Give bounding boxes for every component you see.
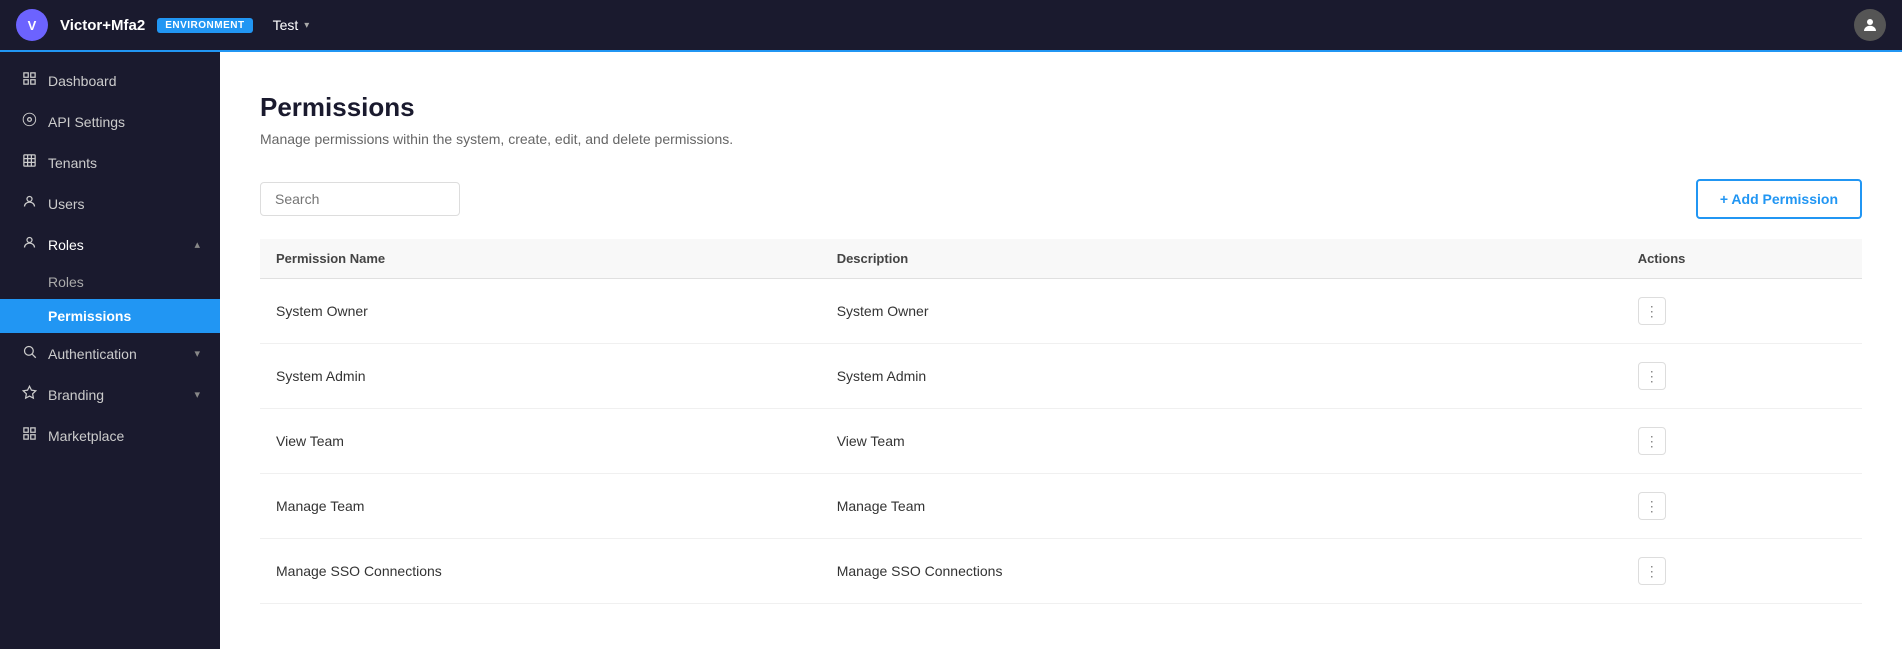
page-title: Permissions bbox=[260, 92, 1862, 123]
sidebar-label-marketplace: Marketplace bbox=[48, 428, 124, 444]
api-settings-icon bbox=[20, 112, 38, 131]
users-icon bbox=[20, 194, 38, 213]
sidebar-label-authentication: Authentication bbox=[48, 346, 137, 362]
top-bar: V Victor+Mfa2 ENVIRONMENT Test ▾ bbox=[0, 0, 1902, 52]
sidebar-sublabel-permissions: Permissions bbox=[48, 308, 131, 324]
table-row: View Team View Team ⋮ bbox=[260, 409, 1862, 474]
content-area: Permissions Manage permissions within th… bbox=[220, 52, 1902, 649]
cell-permission-name: View Team bbox=[260, 409, 821, 474]
env-badge: ENVIRONMENT bbox=[157, 18, 252, 33]
sidebar: Dashboard API Settings Tenants Users Rol… bbox=[0, 52, 220, 649]
cell-actions: ⋮ bbox=[1622, 409, 1862, 474]
sidebar-subitem-permissions[interactable]: Permissions bbox=[0, 299, 220, 333]
cell-description: System Owner bbox=[821, 279, 1622, 344]
sidebar-label-dashboard: Dashboard bbox=[48, 73, 117, 89]
cell-permission-name: Manage Team bbox=[260, 474, 821, 539]
sidebar-label-tenants: Tenants bbox=[48, 155, 97, 171]
add-permission-button[interactable]: + Add Permission bbox=[1696, 179, 1862, 219]
row-action-button[interactable]: ⋮ bbox=[1638, 492, 1666, 520]
cell-description: Manage Team bbox=[821, 474, 1622, 539]
sidebar-item-api-settings[interactable]: API Settings bbox=[0, 101, 220, 142]
roles-icon bbox=[20, 235, 38, 254]
sidebar-label-users: Users bbox=[48, 196, 85, 212]
env-name: Test bbox=[273, 17, 299, 33]
cell-permission-name: System Owner bbox=[260, 279, 821, 344]
table-row: System Admin System Admin ⋮ bbox=[260, 344, 1862, 409]
cell-description: System Admin bbox=[821, 344, 1622, 409]
cell-permission-name: Manage SSO Connections bbox=[260, 539, 821, 604]
sidebar-label-api-settings: API Settings bbox=[48, 114, 125, 130]
main-layout: Dashboard API Settings Tenants Users Rol… bbox=[0, 52, 1902, 649]
cell-actions: ⋮ bbox=[1622, 279, 1862, 344]
sidebar-subitem-roles[interactable]: Roles bbox=[0, 265, 220, 299]
table-row: Manage Team Manage Team ⋮ bbox=[260, 474, 1862, 539]
row-action-button[interactable]: ⋮ bbox=[1638, 362, 1666, 390]
app-avatar: V bbox=[16, 9, 48, 41]
sidebar-label-branding: Branding bbox=[48, 387, 104, 403]
cell-permission-name: System Admin bbox=[260, 344, 821, 409]
col-header-description: Description bbox=[821, 239, 1622, 279]
sidebar-sublabel-roles: Roles bbox=[48, 274, 84, 290]
row-action-button[interactable]: ⋮ bbox=[1638, 297, 1666, 325]
cell-description: View Team bbox=[821, 409, 1622, 474]
sidebar-item-tenants[interactable]: Tenants bbox=[0, 142, 220, 183]
sidebar-item-authentication[interactable]: Authentication ▾ bbox=[0, 333, 220, 374]
top-bar-left: V Victor+Mfa2 ENVIRONMENT Test ▾ bbox=[16, 9, 1854, 41]
branding-icon bbox=[20, 385, 38, 404]
row-action-button[interactable]: ⋮ bbox=[1638, 557, 1666, 585]
env-selector[interactable]: Test ▾ bbox=[273, 17, 310, 33]
cell-actions: ⋮ bbox=[1622, 539, 1862, 604]
chevron-down-branding-icon: ▾ bbox=[194, 388, 200, 401]
sidebar-label-roles: Roles bbox=[48, 237, 84, 253]
sidebar-item-marketplace[interactable]: Marketplace bbox=[0, 415, 220, 456]
table-row: Manage SSO Connections Manage SSO Connec… bbox=[260, 539, 1862, 604]
page-description: Manage permissions within the system, cr… bbox=[260, 131, 1862, 147]
chevron-up-icon: ▴ bbox=[194, 238, 200, 251]
sidebar-item-roles[interactable]: Roles ▴ bbox=[0, 224, 220, 265]
sidebar-item-branding[interactable]: Branding ▾ bbox=[0, 374, 220, 415]
toolbar: + Add Permission bbox=[260, 179, 1862, 219]
col-header-name: Permission Name bbox=[260, 239, 821, 279]
user-avatar[interactable] bbox=[1854, 9, 1886, 41]
top-bar-right bbox=[1854, 9, 1886, 41]
chevron-down-auth-icon: ▾ bbox=[194, 347, 200, 360]
table-row: System Owner System Owner ⋮ bbox=[260, 279, 1862, 344]
search-input[interactable] bbox=[260, 182, 460, 216]
app-name: Victor+Mfa2 bbox=[60, 17, 145, 34]
tenants-icon bbox=[20, 153, 38, 172]
permissions-table: Permission Name Description Actions Syst… bbox=[260, 239, 1862, 604]
chevron-down-icon: ▾ bbox=[304, 20, 309, 31]
row-action-button[interactable]: ⋮ bbox=[1638, 427, 1666, 455]
cell-actions: ⋮ bbox=[1622, 474, 1862, 539]
col-header-actions: Actions bbox=[1622, 239, 1862, 279]
sidebar-roles-submenu: Roles Permissions bbox=[0, 265, 220, 333]
marketplace-icon bbox=[20, 426, 38, 445]
table-header-row: Permission Name Description Actions bbox=[260, 239, 1862, 279]
cell-description: Manage SSO Connections bbox=[821, 539, 1622, 604]
dashboard-icon bbox=[20, 71, 38, 90]
sidebar-item-users[interactable]: Users bbox=[0, 183, 220, 224]
sidebar-item-dashboard[interactable]: Dashboard bbox=[0, 60, 220, 101]
authentication-icon bbox=[20, 344, 38, 363]
cell-actions: ⋮ bbox=[1622, 344, 1862, 409]
